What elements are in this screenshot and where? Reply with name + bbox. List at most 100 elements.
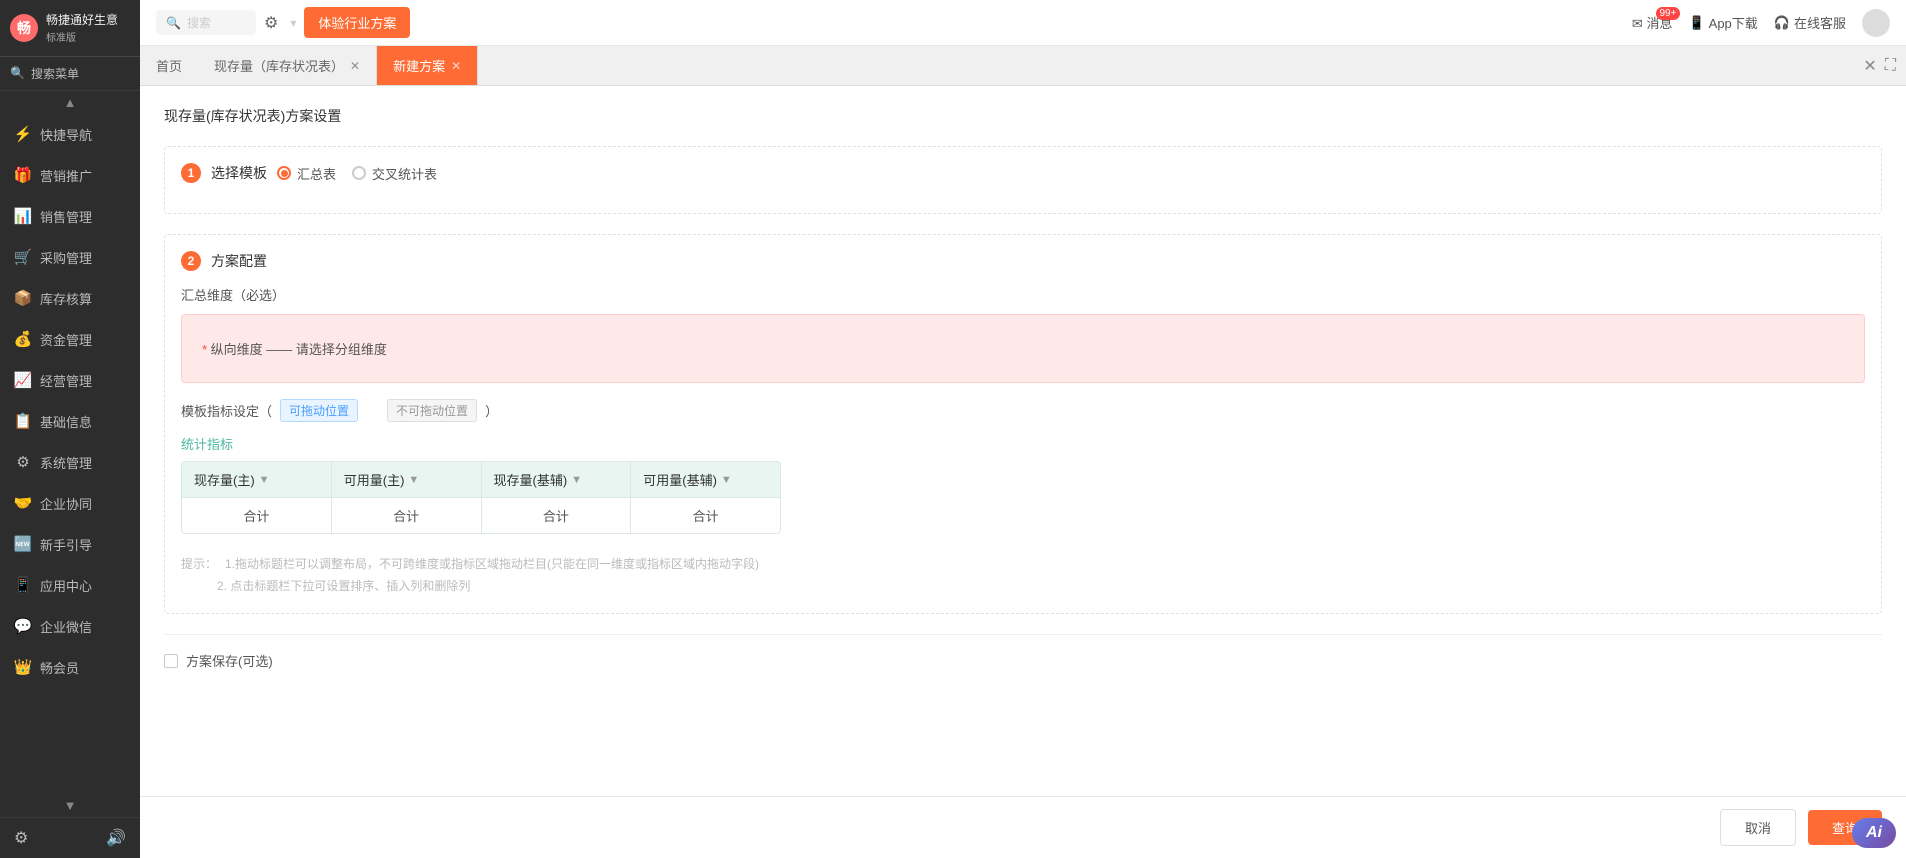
settings-bottom-icon[interactable]: ⚙ [14, 828, 28, 848]
sidebar-item-label: 营销推广 [40, 166, 92, 185]
sidebar-item-label: 畅会员 [40, 658, 79, 677]
sidebar-item-new-guide[interactable]: 🆕 新手引导 [0, 524, 140, 565]
required-star: * [202, 342, 207, 357]
dimension-required-box: * 纵向维度 —— 请选择分组维度 [181, 314, 1865, 383]
stats-cell-1: 合计 [332, 498, 482, 533]
tip-2-line: 2. 点击标题栏下拉可设置排序、插入列和删除列 [181, 576, 1865, 598]
sidebar-item-basic-info[interactable]: 📋 基础信息 [0, 401, 140, 442]
audio-bottom-icon[interactable]: 🔊 [106, 828, 126, 848]
stats-col-3[interactable]: 可用量(基辅) ▼ [631, 462, 780, 497]
stats-col-0-dropdown[interactable]: ▼ [259, 474, 270, 486]
app-logo-icon: 畅 [10, 14, 38, 42]
sidebar-scroll-up[interactable]: ▲ [0, 91, 140, 114]
sidebar-search[interactable]: 🔍 搜索菜单 [0, 57, 140, 91]
headset-icon: 🎧 [1774, 15, 1790, 31]
radio-summary[interactable]: 汇总表 [277, 164, 336, 183]
indicator-close-text [366, 401, 379, 420]
stats-col-1[interactable]: 可用量(主) ▼ [332, 462, 482, 497]
sales-icon: 📊 [14, 207, 32, 225]
indicator-settings-text: 模板指标设定（ [181, 401, 272, 420]
stats-col-0[interactable]: 现存量(主) ▼ [182, 462, 332, 497]
tip-indent [181, 576, 209, 598]
sidebar-item-operation[interactable]: 📈 经营管理 [0, 360, 140, 401]
sidebar-item-corp-coop[interactable]: 🤝 企业协同 [0, 483, 140, 524]
stats-table: 现存量(主) ▼ 可用量(主) ▼ 现存量(基辅) ▼ 可用量(基辅) ▼ [181, 461, 781, 534]
tabbar: 首页 现存量（库存状况表） ✕ 新建方案 ✕ ✕ ⛶ [140, 46, 1906, 86]
app-download-item[interactable]: 📱 App下载 [1688, 13, 1757, 32]
save-checkbox[interactable] [164, 654, 178, 668]
window-maximize-icon[interactable]: ⛶ [1885, 57, 1896, 75]
topbar-dropdown-arrow[interactable]: ▾ [290, 16, 296, 30]
stats-col-1-dropdown[interactable]: ▼ [408, 474, 419, 486]
window-close-icon[interactable]: ✕ [1863, 56, 1876, 76]
sidebar-logo: 畅 畅捷通好生意 标准版 [0, 0, 140, 57]
topbar-messages[interactable]: ✉ 消息 99+ [1632, 13, 1673, 32]
step2-badge: 2 [181, 251, 201, 271]
stats-col-2-dropdown[interactable]: ▼ [571, 474, 582, 486]
tab-home[interactable]: 首页 [140, 46, 198, 85]
online-service-item[interactable]: 🎧 在线客服 [1774, 13, 1846, 32]
tab-inventory-status-close[interactable]: ✕ [350, 59, 360, 73]
basic-info-icon: 📋 [14, 412, 32, 430]
topbar-settings-icon[interactable]: ⚙ [264, 13, 278, 33]
app-version: 标准版 [46, 29, 118, 44]
sidebar-item-app-center[interactable]: 📱 应用中心 [0, 565, 140, 606]
ai-badge[interactable]: Ai [1852, 818, 1896, 848]
cancel-button[interactable]: 取消 [1720, 809, 1796, 846]
system-icon: ⚙ [14, 453, 32, 471]
tab-new-scheme-close[interactable]: ✕ [451, 59, 461, 73]
corp-coop-icon: 🤝 [14, 494, 32, 512]
sidebar-item-marketing[interactable]: 🎁 营销推广 [0, 155, 140, 196]
radio-cross[interactable]: 交叉统计表 [352, 164, 437, 183]
indicator-close-paren: ） [485, 401, 498, 420]
sidebar-item-label: 企业协同 [40, 494, 92, 513]
topbar-search-icon: 🔍 [166, 16, 181, 30]
stats-cell-3: 合计 [631, 498, 780, 533]
sidebar-item-member[interactable]: 👑 畅会员 [0, 647, 140, 688]
indicator-settings: 模板指标设定（ 可拖动位置 不可拖动位置 ） [181, 399, 1865, 422]
tips-title-text: 提示： [181, 554, 217, 576]
sidebar-scroll-down[interactable]: ▼ [0, 794, 140, 817]
user-avatar[interactable] [1862, 9, 1890, 37]
radio-summary-label: 汇总表 [297, 164, 336, 183]
stats-col-1-label: 可用量(主) [344, 470, 405, 489]
tip-2: 2. 点击标题栏下拉可设置排序、插入列和删除列 [217, 576, 470, 598]
sidebar-item-corp-wechat[interactable]: 💬 企业微信 [0, 606, 140, 647]
sidebar-item-purchase[interactable]: 🛒 采购管理 [0, 237, 140, 278]
step2-section: 2 方案配置 汇总维度（必选） * 纵向维度 —— 请选择分组维度 模板指标设定… [164, 234, 1882, 614]
stats-cell-0: 合计 [182, 498, 332, 533]
footer-bar: 取消 查询 [140, 796, 1906, 858]
template-radio-group: 汇总表 交叉统计表 [277, 164, 437, 183]
stats-section-title: 统计指标 [181, 434, 1865, 453]
fixed-badge: 不可拖动位置 [387, 399, 477, 422]
sidebar-item-label: 企业微信 [40, 617, 92, 636]
marketing-icon: 🎁 [14, 166, 32, 184]
step1-badge: 1 [181, 163, 201, 183]
stats-col-3-dropdown[interactable]: ▼ [721, 474, 732, 486]
quick-nav-icon: ⚡ [14, 125, 32, 143]
topbar-cta-button[interactable]: 体验行业方案 [304, 7, 410, 38]
purchase-icon: 🛒 [14, 248, 32, 266]
sidebar-item-inventory[interactable]: 📦 库存核算 [0, 278, 140, 319]
sidebar-item-label: 基础信息 [40, 412, 92, 431]
step2-title: 方案配置 [211, 251, 267, 271]
topbar: 🔍 搜索 ⚙ ▾ 体验行业方案 ✉ 消息 99+ 📱 App下载 🎧 在线客服 [140, 0, 1906, 46]
radio-summary-dot [277, 166, 291, 180]
tab-inventory-status[interactable]: 现存量（库存状况表） ✕ [198, 46, 377, 85]
tab-window-controls: ✕ ⛶ [1863, 56, 1906, 76]
sidebar-item-system[interactable]: ⚙ 系统管理 [0, 442, 140, 483]
radio-cross-dot [352, 166, 366, 180]
sidebar-item-quick-nav[interactable]: ⚡ 快捷导航 [0, 114, 140, 155]
stats-col-2[interactable]: 现存量(基辅) ▼ [482, 462, 632, 497]
tab-new-scheme[interactable]: 新建方案 ✕ [377, 46, 478, 85]
tip-1: 1.拖动标题栏可以调整布局，不可跨维度或指标区域拖动栏目(只能在同一维度或指标区… [225, 554, 759, 576]
stats-table-row: 合计 合计 合计 合计 [182, 497, 780, 533]
tips-area: 提示： 1.拖动标题栏可以调整布局，不可跨维度或指标区域拖动栏目(只能在同一维度… [181, 554, 1865, 597]
search-icon: 🔍 [10, 66, 25, 80]
topbar-search-box[interactable]: 🔍 搜索 [156, 10, 256, 35]
dimension-placeholder: * 纵向维度 —— 请选择分组维度 [202, 342, 387, 357]
sidebar-item-finance[interactable]: 💰 资金管理 [0, 319, 140, 360]
app-name: 畅捷通好生意 [46, 12, 118, 29]
sidebar-item-sales[interactable]: 📊 销售管理 [0, 196, 140, 237]
topbar-search-placeholder: 搜索 [187, 14, 211, 31]
